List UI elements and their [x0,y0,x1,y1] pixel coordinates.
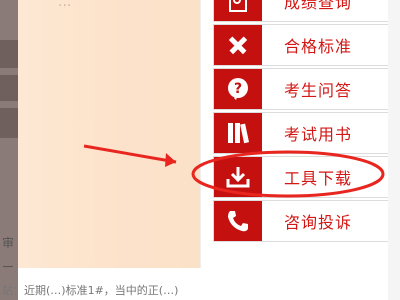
sidebar-block [0,108,18,138]
search-icon [214,0,264,21]
sidebar-block [0,75,18,101]
books-icon [214,113,264,153]
download-icon [214,157,264,197]
menu-item-label: 合格标准 [284,37,353,56]
menu-item-score-query[interactable]: 成绩查询 [213,0,399,22]
menu-item-exam-books[interactable]: 考试用书 [213,112,399,154]
sidebar-block [0,40,18,68]
menu-item-pass-standard[interactable]: 合格标准 [213,24,399,66]
menu-item-consult-complaint[interactable]: 咨询投诉 [213,200,399,242]
menu-item-faq[interactable]: ? 考生问答 [213,68,399,110]
text-fragment: 站：近期(…)标准1#，当中的正(…) [2,284,179,297]
header-fragment: ... [58,0,72,10]
menu-item-label: 工具下载 [284,169,353,188]
content-panel: ... [18,0,200,268]
left-sidebar-strip [0,0,18,300]
phone-icon [214,201,264,241]
quick-menu-panel: 成绩查询 合格标准 ? 考生问答 考试用书 工具下载 咨询投诉 [200,0,399,268]
menu-item-label: 考试用书 [284,125,353,144]
ruler-pencil-icon [214,25,264,65]
menu-item-tool-download[interactable]: 工具下载 [213,156,399,198]
menu-item-label: 考生问答 [284,81,353,100]
right-edge [388,0,400,300]
question-bubble-icon: ? [214,69,264,109]
menu-item-label: 咨询投诉 [284,213,353,232]
text-fragment: 审 [2,236,15,250]
svg-text:?: ? [234,81,242,97]
menu-item-label: 成绩查询 [284,0,353,12]
text-fragment: ー [2,260,15,274]
